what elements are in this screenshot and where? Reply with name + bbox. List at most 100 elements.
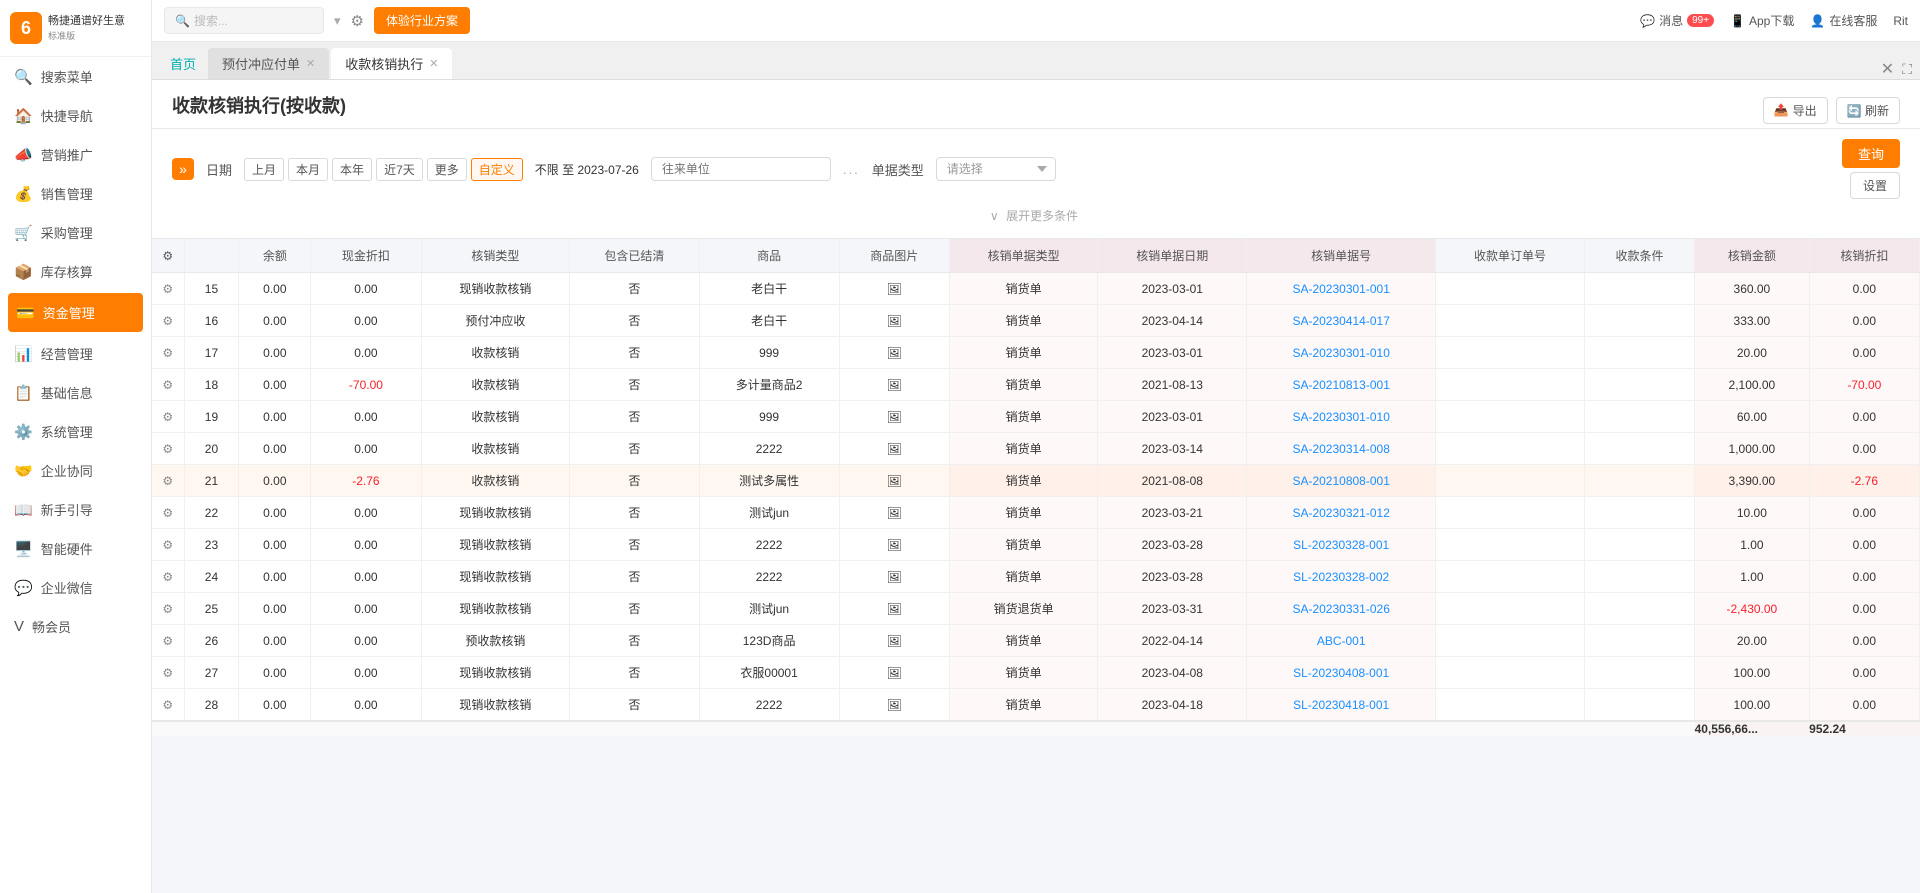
- sidebar-item-base-info[interactable]: 📋基础信息: [0, 373, 151, 412]
- cell-gear[interactable]: ⚙: [152, 401, 184, 433]
- cell-writeoff_no[interactable]: SL-20230328-001: [1247, 529, 1436, 561]
- cell-writeoff_discount: 0.00: [1809, 625, 1919, 657]
- cell-gear[interactable]: ⚙: [152, 305, 184, 337]
- sidebar-item-wechat[interactable]: 💬企业微信: [0, 568, 151, 607]
- cell-receipt_condition: [1584, 273, 1694, 305]
- cell-gear[interactable]: ⚙: [152, 497, 184, 529]
- cell-gear[interactable]: ⚙: [152, 689, 184, 722]
- sidebar-item-system[interactable]: ⚙️系统管理: [0, 412, 151, 451]
- cell-writeoff_type: 现销收款核销: [421, 529, 570, 561]
- sidebar-item-purchase[interactable]: 🛒采购管理: [0, 213, 151, 252]
- footer-cell-6: [699, 721, 839, 736]
- msg-area[interactable]: 💬 消息 99+: [1640, 12, 1714, 29]
- from-unit-input[interactable]: [651, 157, 831, 181]
- tab-prepay[interactable]: 预付冲应付单✕: [208, 48, 329, 79]
- tab-maximize-icon[interactable]: ⛶: [1902, 61, 1912, 78]
- cell-balance: 0.00: [239, 433, 311, 465]
- topbar-dropdown-icon[interactable]: ▾: [334, 13, 341, 29]
- date-btn-本月[interactable]: 本月: [288, 158, 328, 181]
- date-btn-本年[interactable]: 本年: [332, 158, 372, 181]
- date-btn-custom[interactable]: 自定义: [471, 158, 523, 181]
- hardware-icon: 🖥️: [14, 540, 33, 558]
- cell-writeoff_discount: 0.00: [1809, 305, 1919, 337]
- cell-gear[interactable]: ⚙: [152, 273, 184, 305]
- tab-home[interactable]: 首页: [160, 48, 206, 79]
- cell-writeoff_no[interactable]: SA-20230414-017: [1247, 305, 1436, 337]
- cell-writeoff_no[interactable]: SA-20230301-001: [1247, 273, 1436, 305]
- sidebar-item-finance[interactable]: 💳资金管理: [8, 293, 143, 332]
- user-name[interactable]: Rit: [1893, 14, 1908, 28]
- sidebar-item-marketing[interactable]: 📣营销推广: [0, 135, 151, 174]
- cell-settled: 否: [570, 369, 699, 401]
- settings-btn[interactable]: 设置: [1850, 172, 1900, 199]
- service-icon: 👤: [1810, 14, 1825, 28]
- cell-gear[interactable]: ⚙: [152, 369, 184, 401]
- cell-receipt_order_no: [1436, 529, 1585, 561]
- cell-goods: 测试多属性: [699, 465, 839, 497]
- online-service-btn[interactable]: 👤 在线客服: [1810, 12, 1877, 29]
- cell-gear[interactable]: ⚙: [152, 561, 184, 593]
- sidebar-item-sales[interactable]: 💰销售管理: [0, 174, 151, 213]
- app-download-btn[interactable]: 📱 App下载: [1730, 12, 1794, 29]
- tab-close-all-icon[interactable]: ✕: [1881, 59, 1894, 79]
- refresh-btn[interactable]: 🔄 刷新: [1836, 97, 1900, 124]
- sidebar-item-hardware[interactable]: 🖥️智能硬件: [0, 529, 151, 568]
- cell-index: 22: [184, 497, 239, 529]
- topbar-gear-icon[interactable]: ⚙: [351, 12, 364, 30]
- sidebar-item-guide[interactable]: 📖新手引导: [0, 490, 151, 529]
- cell-writeoff_no[interactable]: SA-20230301-010: [1247, 401, 1436, 433]
- sidebar-item-member[interactable]: V畅会员: [0, 607, 151, 646]
- query-btn[interactable]: 查询: [1842, 139, 1900, 168]
- logo-icon: 6: [10, 12, 42, 44]
- topbar-search-box[interactable]: 🔍 搜索...: [164, 7, 324, 34]
- cell-writeoff_no[interactable]: SL-20230328-002: [1247, 561, 1436, 593]
- cell-writeoff_no[interactable]: SA-20230331-026: [1247, 593, 1436, 625]
- cell-gear[interactable]: ⚙: [152, 433, 184, 465]
- cell-writeoff_no[interactable]: SL-20230418-001: [1247, 689, 1436, 722]
- cell-gear[interactable]: ⚙: [152, 657, 184, 689]
- cell-writeoff_no[interactable]: SA-20230314-008: [1247, 433, 1436, 465]
- sidebar-item-label: 采购管理: [41, 223, 93, 242]
- cell-settled: 否: [570, 689, 699, 722]
- sidebar-item-inventory[interactable]: 📦库存核算: [0, 252, 151, 291]
- date-btn-更多[interactable]: 更多: [427, 158, 467, 181]
- table-row: ⚙150.000.00现销收款核销否老白干🖼销货单2023-03-01SA-20…: [152, 273, 1920, 305]
- cell-writeoff_bill_type: 销货单: [949, 305, 1098, 337]
- date-btn-近7天[interactable]: 近7天: [376, 158, 423, 181]
- cell-writeoff_type: 预收款核销: [421, 625, 570, 657]
- tab-close-collection[interactable]: ✕: [429, 57, 438, 70]
- cell-writeoff_no[interactable]: SA-20210808-001: [1247, 465, 1436, 497]
- cell-writeoff_no[interactable]: SA-20230301-010: [1247, 337, 1436, 369]
- cell-gear[interactable]: ⚙: [152, 625, 184, 657]
- sidebar-item-search-menu[interactable]: 🔍搜索菜单: [0, 57, 151, 96]
- cell-gear[interactable]: ⚙: [152, 593, 184, 625]
- cell-writeoff_amount: 360.00: [1695, 273, 1810, 305]
- cell-gear[interactable]: ⚙: [152, 465, 184, 497]
- receipt-type-select[interactable]: 请选择: [936, 157, 1056, 181]
- sidebar-item-quick-nav[interactable]: 🏠快捷导航: [0, 96, 151, 135]
- cell-writeoff_no[interactable]: SL-20230408-001: [1247, 657, 1436, 689]
- cell-writeoff_type: 收款核销: [421, 401, 570, 433]
- cell-index: 27: [184, 657, 239, 689]
- filter-expand-btn[interactable]: »: [172, 158, 194, 180]
- cell-writeoff_no[interactable]: SA-20210813-001: [1247, 369, 1436, 401]
- expand-more-btn[interactable]: ∨ 展开更多条件: [172, 203, 1900, 228]
- cell-writeoff_no[interactable]: ABC-001: [1247, 625, 1436, 657]
- sidebar-item-enterprise[interactable]: 🤝企业协同: [0, 451, 151, 490]
- industry-btn[interactable]: 体验行业方案: [374, 7, 470, 34]
- date-btn-上月[interactable]: 上月: [244, 158, 284, 181]
- guide-icon: 📖: [14, 501, 33, 519]
- app-logo: 6 畅捷通谱好生意 标准版: [0, 0, 151, 57]
- logo-badge: 标准版: [48, 29, 125, 42]
- cell-gear[interactable]: ⚙: [152, 529, 184, 561]
- tab-collection[interactable]: 收款核销执行✕: [331, 48, 452, 79]
- sidebar-item-operations[interactable]: 📊经营管理: [0, 334, 151, 373]
- cell-gear[interactable]: ⚙: [152, 337, 184, 369]
- cell-receipt_order_no: [1436, 305, 1585, 337]
- cell-writeoff_no[interactable]: SA-20230321-012: [1247, 497, 1436, 529]
- export-btn[interactable]: 📤 导出: [1763, 97, 1828, 124]
- cell-cash_discount: 0.00: [311, 657, 421, 689]
- tab-close-prepay[interactable]: ✕: [306, 57, 315, 70]
- cell-writeoff_amount: -2,430.00: [1695, 593, 1810, 625]
- cell-writeoff_date: 2021-08-08: [1098, 465, 1247, 497]
